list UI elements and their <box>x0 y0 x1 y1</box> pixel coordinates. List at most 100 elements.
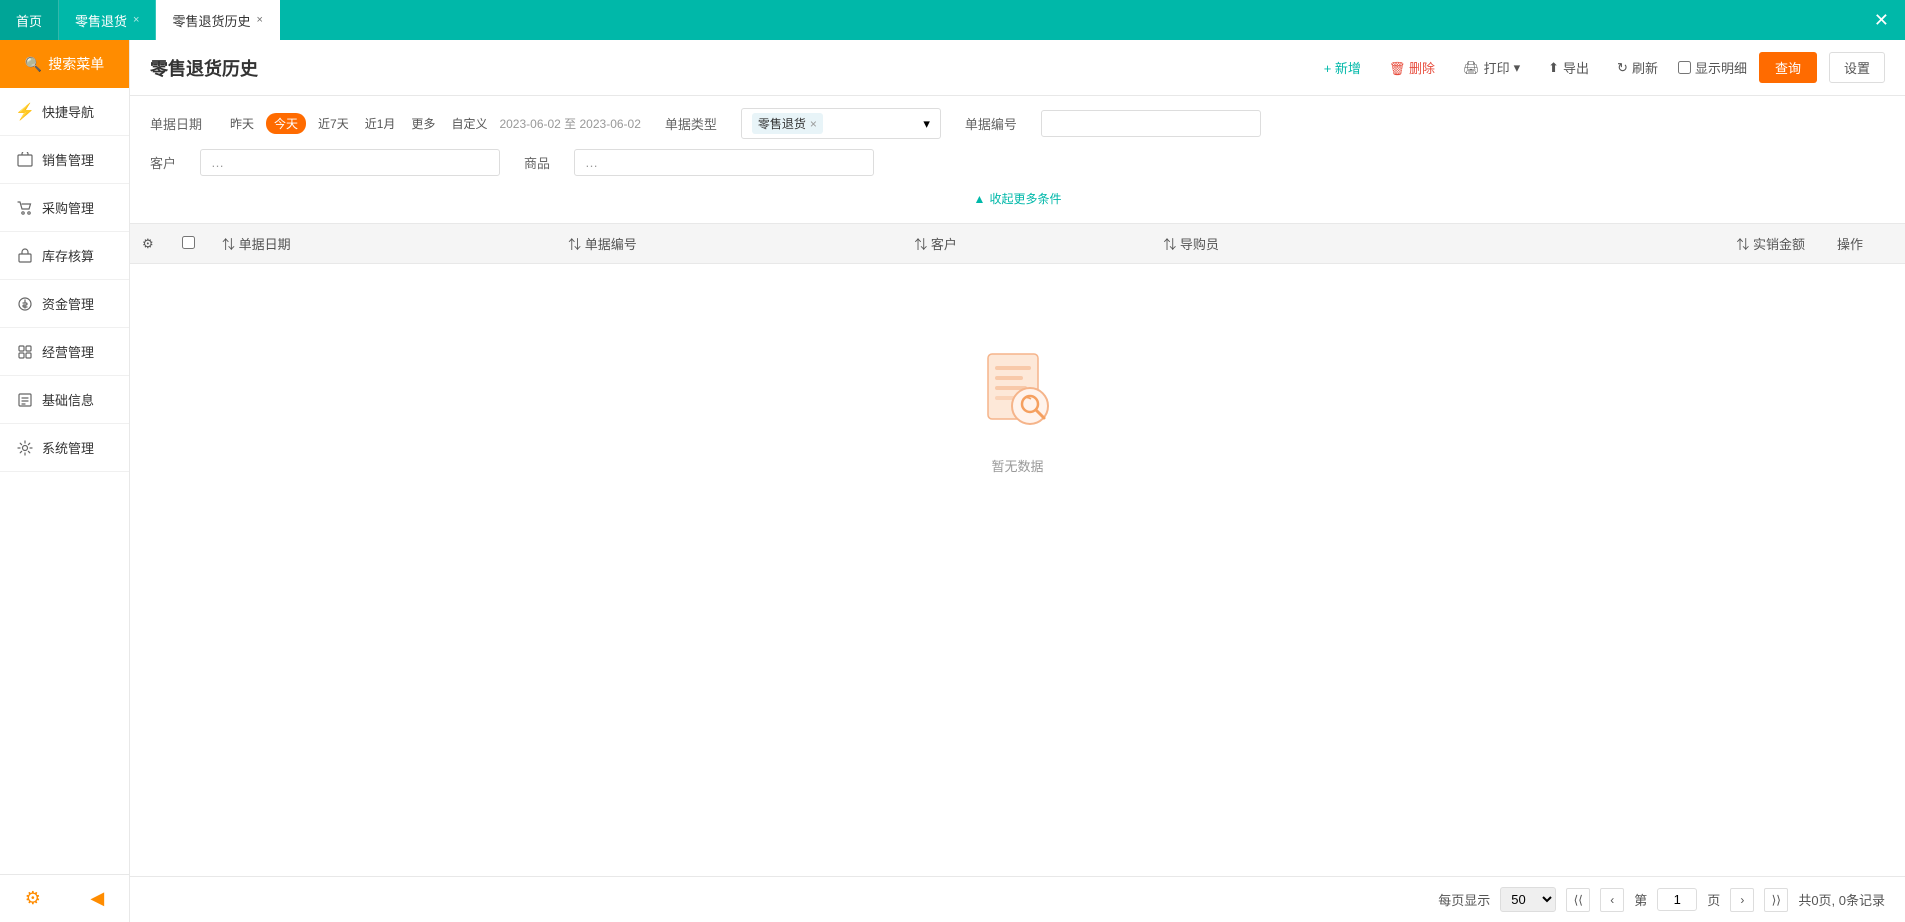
sidebar-item-quick-nav-label: 快捷导航 <box>42 102 94 121</box>
sidebar-item-finance[interactable]: 资金管理 <box>0 280 129 328</box>
empty-illustration <box>968 344 1068 444</box>
th-customer-label: ⇅ 客户 <box>914 237 957 252</box>
search-icon: 🔍 <box>25 56 42 73</box>
type-tag-label: 零售退货 <box>758 115 806 132</box>
pagination-bar: 每页显示 10 20 50 100 ⟨⟨ ‹ 第 页 › ⟩⟩ 共0页, 0条记… <box>130 876 1905 922</box>
per-page-select[interactable]: 10 20 50 100 <box>1500 887 1556 912</box>
sidebar-item-system[interactable]: 系统管理 <box>0 424 129 472</box>
goods-filter-label: 商品 <box>524 153 550 172</box>
sidebar-item-finance-label: 资金管理 <box>42 294 94 313</box>
select-all-checkbox[interactable] <box>182 236 195 249</box>
date-btn-custom[interactable]: 自定义 <box>447 113 491 134</box>
th-bill-date[interactable]: ⇅ 单据日期 <box>210 224 556 264</box>
type-tag-close[interactable]: × <box>810 117 817 131</box>
sidebar-item-system-label: 系统管理 <box>42 438 94 457</box>
page-suffix: 页 <box>1707 890 1720 909</box>
tab-retail-return-history-close[interactable]: × <box>256 14 262 26</box>
tab-home-label: 首页 <box>16 11 42 30</box>
th-checkbox[interactable] <box>170 224 210 264</box>
tab-home[interactable]: 首页 <box>0 0 59 40</box>
tab-retail-return-close[interactable]: × <box>133 14 139 26</box>
basic-info-icon <box>16 391 34 409</box>
collapse-sidebar-icon[interactable]: ◀ <box>90 888 104 909</box>
show-detail-label: 显示明细 <box>1695 58 1747 77</box>
type-filter-label: 单据类型 <box>665 114 717 133</box>
date-filter-label: 单据日期 <box>150 114 202 133</box>
tab-retail-return-history-label: 零售退货历史 <box>172 11 250 30</box>
sidebar-bottom: ⚙ ◀ <box>0 874 129 922</box>
export-label: 导出 <box>1563 58 1589 77</box>
sidebar-item-quick-nav[interactable]: ⚡ 快捷导航 <box>0 88 129 136</box>
customer-filter-input[interactable]: … <box>200 149 500 176</box>
export-button[interactable]: ⬆ 导出 <box>1540 54 1597 81</box>
sidebar-search[interactable]: 🔍 搜索菜单 <box>0 40 129 88</box>
sidebar-menu: ⚡ 快捷导航 销售管理 采购管理 库存核算 <box>0 88 129 874</box>
print-button[interactable]: 🖨 打印 ▾ <box>1455 54 1528 81</box>
print-chevron-icon: ▾ <box>1514 60 1521 76</box>
bill-no-label: 单据编号 <box>965 114 1017 133</box>
new-button[interactable]: + 新增 <box>1316 54 1369 81</box>
date-range-display: 2023-06-02 至 2023-06-02 <box>499 115 640 132</box>
page-input[interactable] <box>1657 888 1697 911</box>
goods-filter-input[interactable]: … <box>574 149 874 176</box>
show-detail-checkbox[interactable] <box>1678 61 1691 74</box>
th-bill-no-label: ⇅ 单据编号 <box>568 237 637 252</box>
th-actions: 操作 <box>1825 224 1905 264</box>
th-guide-label: ⇅ 导购员 <box>1163 237 1219 252</box>
th-amount-label: ⇅ 实销金额 <box>1736 237 1805 252</box>
date-btn-more[interactable]: 更多 <box>407 113 439 134</box>
top-bar: 首页 零售退货 × 零售退货历史 × ✕ <box>0 0 1905 40</box>
date-btn-1month[interactable]: 近1月 <box>361 113 400 134</box>
first-page-button[interactable]: ⟨⟨ <box>1566 888 1590 912</box>
sidebar-search-label: 搜索菜单 <box>48 54 104 74</box>
delete-button[interactable]: 🗑 删除 <box>1381 54 1443 81</box>
refresh-icon: ↻ <box>1617 60 1628 76</box>
sidebar-item-sales[interactable]: 销售管理 <box>0 136 129 184</box>
data-table: ⚙ ⇅ 单据日期 ⇅ 单据编号 ⇅ 客户 <box>130 224 1905 555</box>
date-btn-7days[interactable]: 近7天 <box>314 113 353 134</box>
prev-page-button[interactable]: ‹ <box>1600 888 1624 912</box>
date-btn-today[interactable]: 今天 <box>266 113 306 134</box>
next-page-button[interactable]: › <box>1730 888 1754 912</box>
quick-nav-icon: ⚡ <box>16 103 34 121</box>
sidebar-item-basic-info[interactable]: 基础信息 <box>0 376 129 424</box>
table-body: 暂无数据 <box>130 264 1905 556</box>
print-label: 打印 <box>1484 58 1510 77</box>
top-bar-right: ✕ <box>1858 0 1905 40</box>
setting-button[interactable]: 设置 <box>1829 52 1885 83</box>
tab-retail-return-history[interactable]: 零售退货历史 × <box>156 0 279 40</box>
sidebar-item-purchase[interactable]: 采购管理 <box>0 184 129 232</box>
table-header-row: ⚙ ⇅ 单据日期 ⇅ 单据编号 ⇅ 客户 <box>130 224 1905 264</box>
last-page-button[interactable]: ⟩⟩ <box>1764 888 1788 912</box>
date-btn-yesterday[interactable]: 昨天 <box>226 113 258 134</box>
tab-retail-return-label: 零售退货 <box>75 11 127 30</box>
system-icon <box>16 439 34 457</box>
tab-retail-return[interactable]: 零售退货 × <box>59 0 156 40</box>
th-settings[interactable]: ⚙ <box>130 224 170 264</box>
th-actions-label: 操作 <box>1837 237 1863 252</box>
collapse-filter-label: 收起更多条件 <box>989 190 1061 207</box>
settings-bottom-icon[interactable]: ⚙ <box>25 888 41 909</box>
customer-filter-label: 客户 <box>150 153 176 172</box>
sidebar-item-inventory[interactable]: 库存核算 <box>0 232 129 280</box>
main-layout: 🔍 搜索菜单 ⚡ 快捷导航 销售管理 采购管理 <box>0 40 1905 922</box>
th-customer[interactable]: ⇅ 客户 <box>902 224 1151 264</box>
close-app-button[interactable]: ✕ <box>1874 10 1889 31</box>
refresh-button[interactable]: ↻ 刷新 <box>1609 54 1666 81</box>
page-title: 零售退货历史 <box>150 55 258 81</box>
export-icon: ⬆ <box>1548 60 1559 76</box>
th-bill-no[interactable]: ⇅ 单据编号 <box>556 224 902 264</box>
tab-list: 首页 零售退货 × 零售退货历史 × <box>0 0 1858 40</box>
th-guide[interactable]: ⇅ 导购员 <box>1151 224 1449 264</box>
filter-row-1: 单据日期 昨天 今天 近7天 近1月 更多 自定义 2023-06-02 至 2… <box>150 108 1885 139</box>
bill-no-input[interactable] <box>1041 110 1261 137</box>
query-button[interactable]: 查询 <box>1759 52 1817 83</box>
collapse-filter-bar[interactable]: ▲ 收起更多条件 <box>150 186 1885 211</box>
type-select-chevron: ▾ <box>923 116 930 132</box>
content-area: 零售退货历史 + 新增 🗑 删除 🖨 打印 ▾ ⬆ 导出 ↻ 刷新 <box>130 40 1905 922</box>
th-amount[interactable]: ⇅ 实销金额 <box>1449 224 1825 264</box>
sidebar-item-operations[interactable]: 经营管理 <box>0 328 129 376</box>
page-header: 零售退货历史 + 新增 🗑 删除 🖨 打印 ▾ ⬆ 导出 ↻ 刷新 <box>130 40 1905 96</box>
show-detail-checkbox-label[interactable]: 显示明细 <box>1678 58 1747 77</box>
type-filter-select[interactable]: 零售退货 × ▾ <box>741 108 941 139</box>
